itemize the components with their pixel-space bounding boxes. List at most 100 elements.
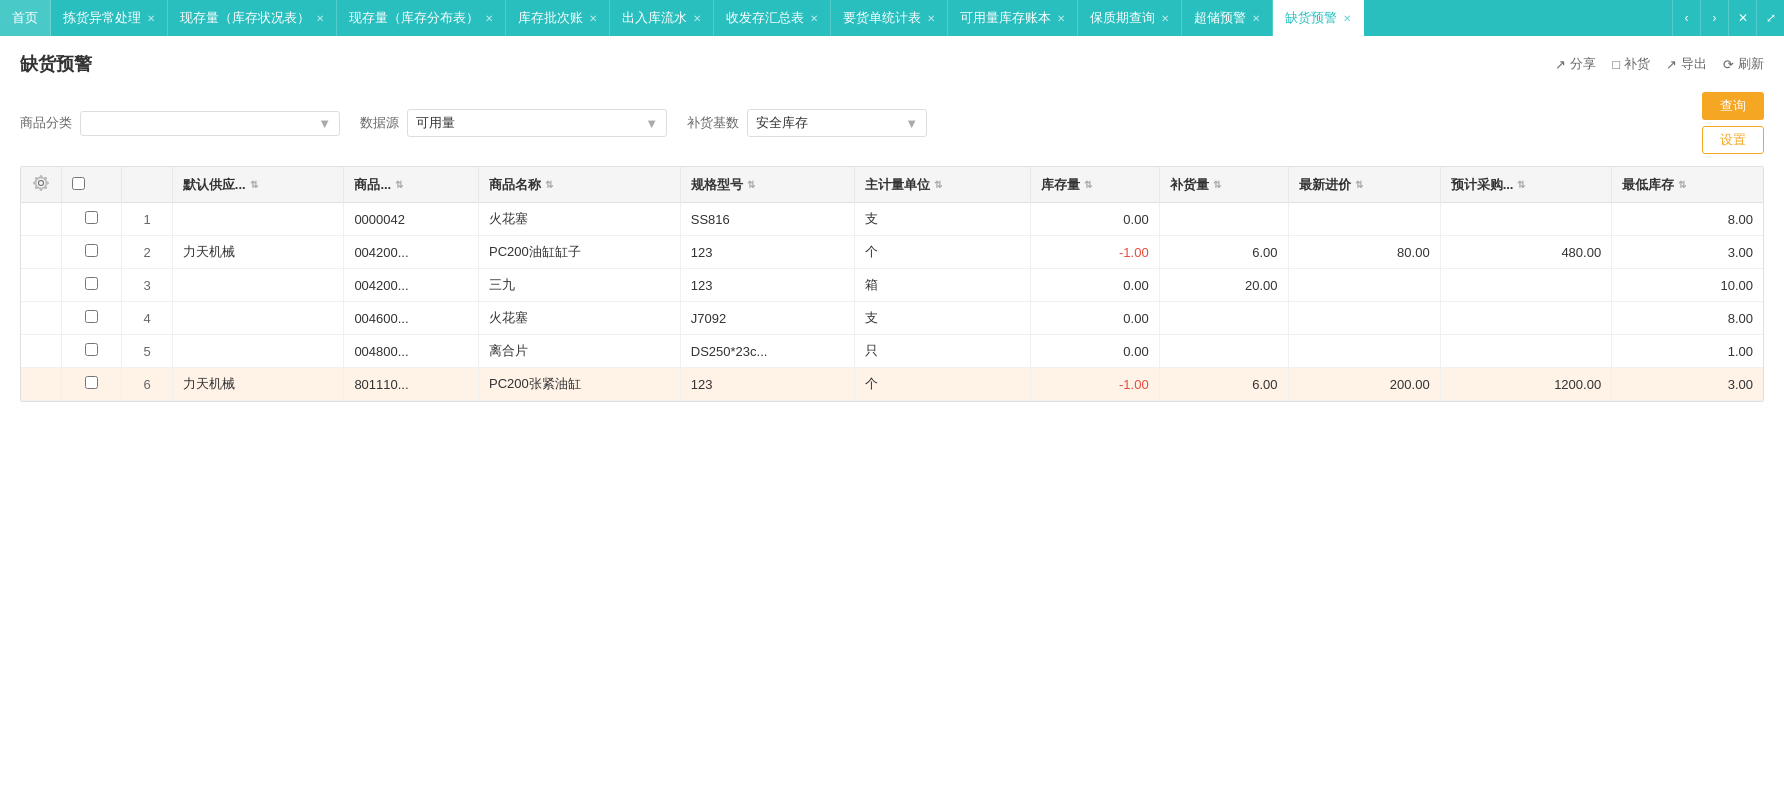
row-checkbox[interactable] <box>85 244 98 257</box>
th-estimated-purchase[interactable]: 预计采购... ⇅ <box>1440 167 1612 203</box>
replenish-icon: □ <box>1612 57 1620 72</box>
tab-available-ledger[interactable]: 可用量库存账本 ✕ <box>948 0 1078 36</box>
filter-actions: 查询 设置 <box>1702 92 1764 154</box>
th-unit[interactable]: 主计量单位 ⇅ <box>855 167 1030 203</box>
row-checkbox[interactable] <box>85 310 98 323</box>
tab-home[interactable]: 首页 <box>0 0 51 36</box>
tab-flow[interactable]: 出入库流水 ✕ <box>610 0 714 36</box>
tab-expand-button[interactable]: ⤢ <box>1756 0 1784 36</box>
tab-pick-exception[interactable]: 拣货异常处理 ✕ <box>51 0 168 36</box>
td-checkbox[interactable] <box>61 368 122 401</box>
td-checkbox[interactable] <box>61 236 122 269</box>
td-spec: DS250*23c... <box>680 335 855 368</box>
row-checkbox[interactable] <box>85 277 98 290</box>
td-supplier: 力天机械 <box>172 236 344 269</box>
td-product-code: 004200... <box>344 269 479 302</box>
td-spec: SS816 <box>680 203 855 236</box>
page-title: 缺货预警 <box>20 52 92 76</box>
close-icon[interactable]: ✕ <box>1057 13 1065 24</box>
table-row[interactable]: 5 004800... 离合片 DS250*23c... 只 0.00 1.00 <box>21 335 1763 368</box>
close-icon[interactable]: ✕ <box>810 13 818 24</box>
table-row[interactable]: 2 力天机械 004200... PC200油缸缸子 123 个 -1.00 6… <box>21 236 1763 269</box>
close-icon[interactable]: ✕ <box>147 13 155 24</box>
tab-scroll-left-button[interactable]: ‹ <box>1672 0 1700 36</box>
td-settings <box>21 368 61 401</box>
close-icon[interactable]: ✕ <box>693 13 701 24</box>
td-replenish: 6.00 <box>1159 368 1288 401</box>
close-icon[interactable]: ✕ <box>1161 13 1169 24</box>
th-settings[interactable] <box>21 167 61 203</box>
td-replenish <box>1159 335 1288 368</box>
td-replenish <box>1159 203 1288 236</box>
td-row-num: 3 <box>122 269 173 302</box>
td-unit: 只 <box>855 335 1030 368</box>
close-icon[interactable]: ✕ <box>927 13 935 24</box>
td-min-stock: 8.00 <box>1612 302 1763 335</box>
table-row[interactable]: 3 004200... 三九 123 箱 0.00 20.00 10.00 <box>21 269 1763 302</box>
tab-batch-account[interactable]: 库存批次账 ✕ <box>506 0 610 36</box>
category-select[interactable]: ▼ <box>80 111 340 136</box>
row-checkbox[interactable] <box>85 211 98 224</box>
td-checkbox[interactable] <box>61 269 122 302</box>
close-icon[interactable]: ✕ <box>589 13 597 24</box>
table-row[interactable]: 6 力天机械 801110... PC200张紧油缸 123 个 -1.00 6… <box>21 368 1763 401</box>
td-settings <box>21 203 61 236</box>
td-product-name: PC200张紧油缸 <box>478 368 680 401</box>
td-checkbox[interactable] <box>61 302 122 335</box>
close-icon[interactable]: ✕ <box>1343 13 1351 24</box>
th-latest-price[interactable]: 最新进价 ⇅ <box>1288 167 1440 203</box>
tab-current-stock-dist[interactable]: 现存量（库存分布表） ✕ <box>337 0 506 36</box>
tab-quality-query[interactable]: 保质期查询 ✕ <box>1078 0 1182 36</box>
tab-current-stock-status[interactable]: 现存量（库存状况表） ✕ <box>168 0 337 36</box>
row-checkbox[interactable] <box>85 343 98 356</box>
share-button[interactable]: ↗ 分享 <box>1555 55 1596 73</box>
select-all-checkbox[interactable] <box>72 177 85 190</box>
tab-close-button[interactable]: ✕ <box>1728 0 1756 36</box>
td-stock: 0.00 <box>1030 203 1159 236</box>
export-button[interactable]: ↗ 导出 <box>1666 55 1707 73</box>
table-row[interactable]: 4 004600... 火花塞 J7092 支 0.00 8.00 <box>21 302 1763 335</box>
td-stock: 0.00 <box>1030 269 1159 302</box>
td-supplier <box>172 335 344 368</box>
tab-overstock-warning[interactable]: 超储预警 ✕ <box>1182 0 1273 36</box>
td-unit: 箱 <box>855 269 1030 302</box>
th-supplier[interactable]: 默认供应... ⇅ <box>172 167 344 203</box>
td-checkbox[interactable] <box>61 335 122 368</box>
row-checkbox[interactable] <box>85 376 98 389</box>
th-checkbox[interactable] <box>61 167 122 203</box>
close-icon[interactable]: ✕ <box>485 13 493 24</box>
td-spec: 123 <box>680 236 855 269</box>
th-replenish[interactable]: 补货量 ⇅ <box>1159 167 1288 203</box>
tab-summary[interactable]: 收发存汇总表 ✕ <box>714 0 831 36</box>
th-min-stock[interactable]: 最低库存 ⇅ <box>1612 167 1763 203</box>
td-stock: -1.00 <box>1030 368 1159 401</box>
th-product-name[interactable]: 商品名称 ⇅ <box>478 167 680 203</box>
refresh-button[interactable]: ⟳ 刷新 <box>1723 55 1764 73</box>
close-icon[interactable]: ✕ <box>1252 13 1260 24</box>
th-spec[interactable]: 规格型号 ⇅ <box>680 167 855 203</box>
datasource-select[interactable]: 可用量 ▼ <box>407 109 667 137</box>
td-row-num: 1 <box>122 203 173 236</box>
query-button[interactable]: 查询 <box>1702 92 1764 120</box>
tab-shortage-warning[interactable]: 缺货预警 ✕ <box>1273 0 1364 36</box>
td-product-name: PC200油缸缸子 <box>478 236 680 269</box>
td-product-name: 火花塞 <box>478 203 680 236</box>
replenish-base-select[interactable]: 安全库存 ▼ <box>747 109 927 137</box>
th-stock[interactable]: 库存量 ⇅ <box>1030 167 1159 203</box>
th-product-code[interactable]: 商品... ⇅ <box>344 167 479 203</box>
settings-button[interactable]: 设置 <box>1702 126 1764 154</box>
tab-demand-stat[interactable]: 要货单统计表 ✕ <box>831 0 948 36</box>
replenish-button[interactable]: □ 补货 <box>1612 55 1650 73</box>
tab-scroll-right-button[interactable]: › <box>1700 0 1728 36</box>
table-row[interactable]: 1 0000042 火花塞 SS816 支 0.00 8.00 <box>21 203 1763 236</box>
close-icon[interactable]: ✕ <box>316 13 324 24</box>
sort-icon: ⇅ <box>545 179 553 190</box>
td-latest-price <box>1288 203 1440 236</box>
td-row-num: 4 <box>122 302 173 335</box>
td-checkbox[interactable] <box>61 203 122 236</box>
td-product-code: 004600... <box>344 302 479 335</box>
gear-icon <box>33 175 49 191</box>
td-min-stock: 10.00 <box>1612 269 1763 302</box>
datasource-value: 可用量 <box>416 114 455 132</box>
td-settings <box>21 269 61 302</box>
